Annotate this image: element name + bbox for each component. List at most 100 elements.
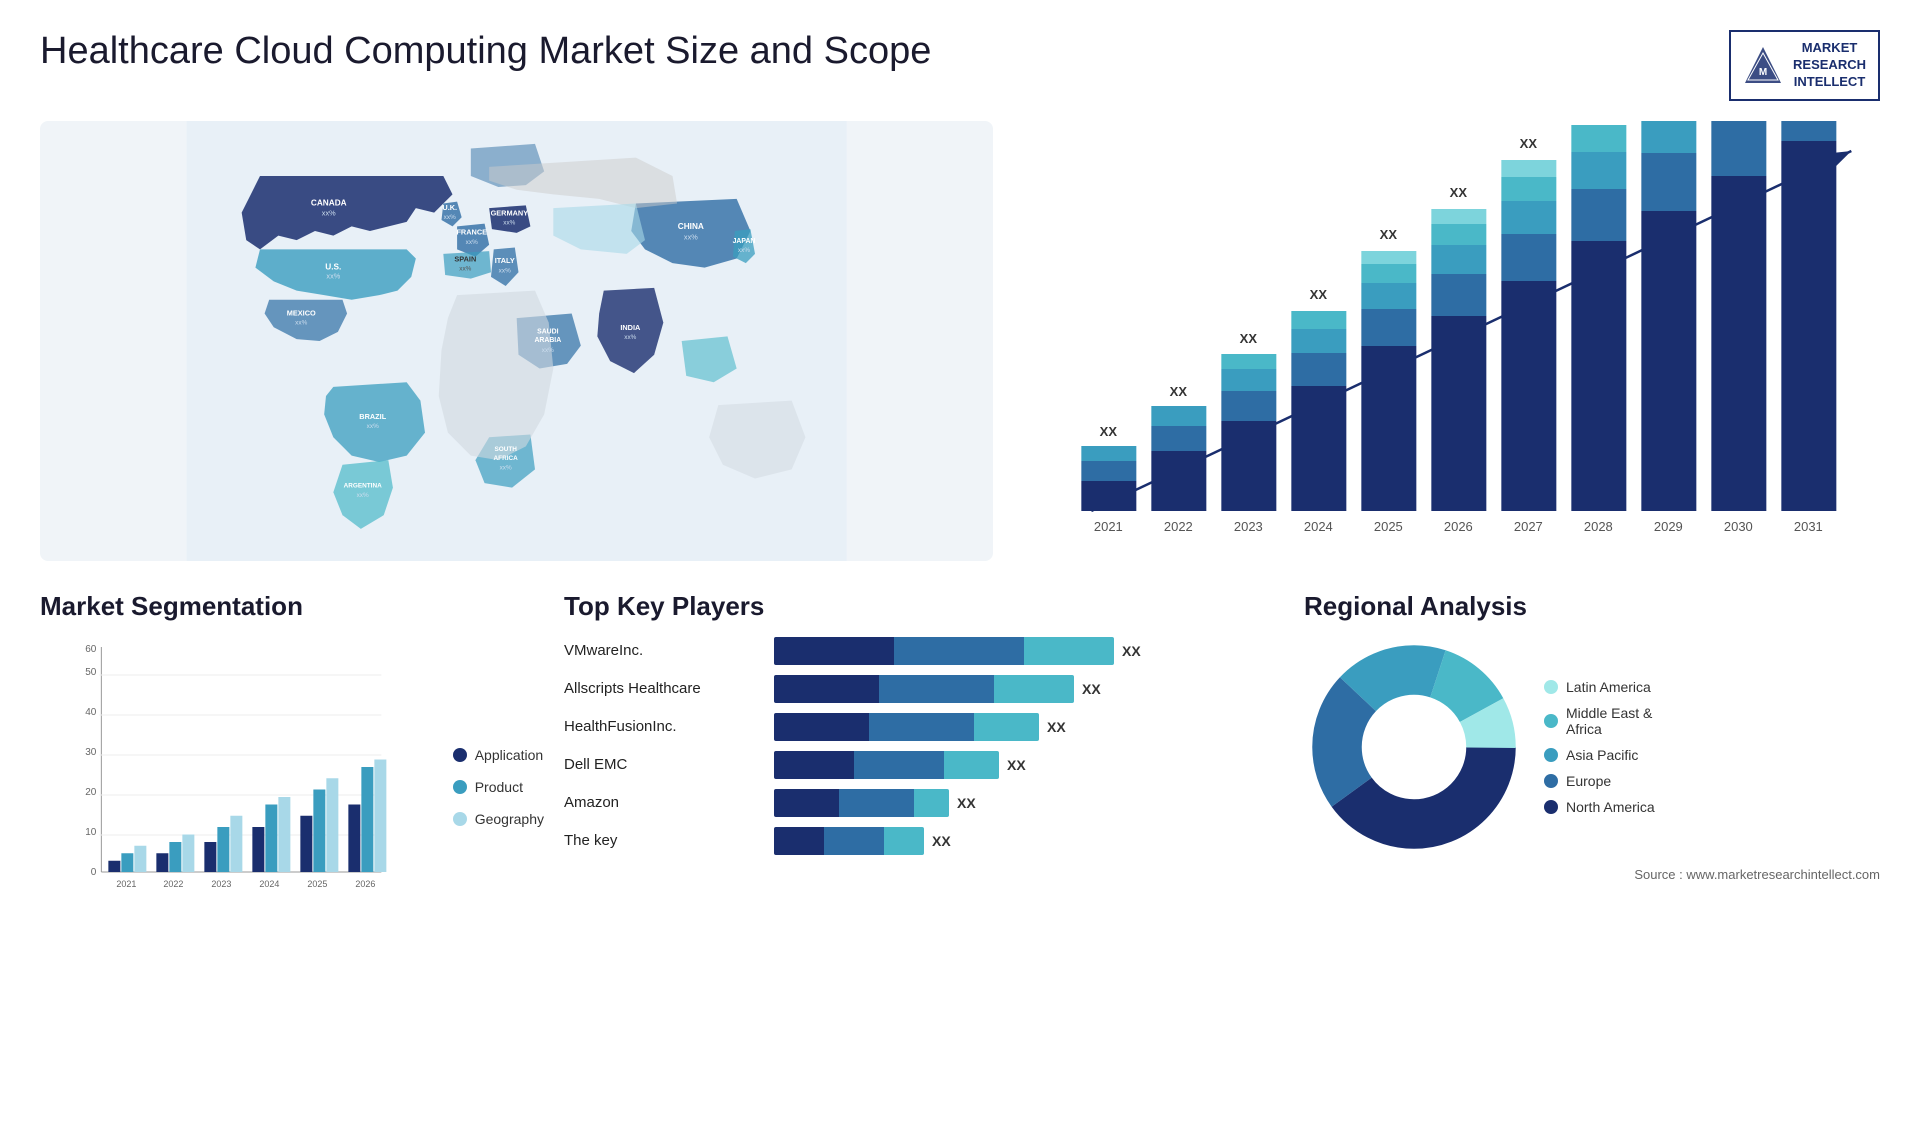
svg-text:2022: 2022 xyxy=(163,879,183,889)
svg-text:xx%: xx% xyxy=(624,334,636,341)
page-title: Healthcare Cloud Computing Market Size a… xyxy=(40,30,931,73)
player-xx: XX xyxy=(1082,681,1101,697)
bottom-section: Market Segmentation 0 10 20 30 40 50 60 xyxy=(40,591,1880,917)
player-bar-seg3 xyxy=(994,675,1074,703)
player-row: VMwareInc. XX xyxy=(564,637,1284,665)
legend-geography: Geography xyxy=(453,811,544,827)
svg-text:10: 10 xyxy=(85,827,97,838)
regional-container: Latin America Middle East &Africa Asia P… xyxy=(1304,637,1880,857)
svg-text:SOUTH: SOUTH xyxy=(494,446,517,453)
player-row: Allscripts Healthcare XX xyxy=(564,675,1284,703)
svg-text:60: 60 xyxy=(85,644,97,655)
player-bar-seg2 xyxy=(854,751,944,779)
player-bar-seg1 xyxy=(774,751,854,779)
svg-text:ARGENTINA: ARGENTINA xyxy=(344,482,382,489)
svg-text:xx%: xx% xyxy=(357,492,369,499)
legend-label-product: Product xyxy=(475,779,523,795)
player-xx: XX xyxy=(1007,757,1026,773)
legend-label-latin-america: Latin America xyxy=(1566,679,1651,695)
svg-text:2021: 2021 xyxy=(116,879,136,889)
svg-text:xx%: xx% xyxy=(444,214,456,221)
source-text: Source : www.marketresearchintellect.com xyxy=(1304,867,1880,882)
svg-text:xx%: xx% xyxy=(466,239,478,246)
world-map-container: CANADA xx% U.S. xx% MEXICO xx% BRAZIL xx… xyxy=(40,121,993,561)
svg-text:CANADA: CANADA xyxy=(311,198,347,207)
player-bar-seg3 xyxy=(914,789,949,817)
svg-text:2024: 2024 xyxy=(1304,519,1333,534)
player-xx: XX xyxy=(932,833,951,849)
legend-label-geography: Geography xyxy=(475,811,544,827)
player-bar-container: XX xyxy=(774,637,1284,665)
legend-label-middle-east-africa: Middle East &Africa xyxy=(1566,705,1652,737)
svg-text:2021: 2021 xyxy=(1094,519,1123,534)
player-name: VMwareInc. xyxy=(564,642,764,659)
player-bar-seg3 xyxy=(974,713,1039,741)
svg-text:XX: XX xyxy=(1380,227,1398,242)
legend-product: Product xyxy=(453,779,544,795)
svg-text:2026: 2026 xyxy=(355,879,375,889)
svg-text:xx%: xx% xyxy=(326,271,340,280)
header: Healthcare Cloud Computing Market Size a… xyxy=(40,30,1880,101)
svg-text:xx%: xx% xyxy=(459,265,471,272)
player-bar xyxy=(774,751,999,779)
player-bar-seg1 xyxy=(774,827,824,855)
svg-text:MEXICO: MEXICO xyxy=(287,308,316,317)
svg-text:2026: 2026 xyxy=(1444,519,1473,534)
player-bar xyxy=(774,789,949,817)
regional-section: Regional Analysis xyxy=(1304,591,1880,917)
player-bar-seg2 xyxy=(879,675,994,703)
svg-text:U.S.: U.S. xyxy=(325,262,341,271)
player-bar-container: XX xyxy=(774,675,1284,703)
player-bar-seg2 xyxy=(869,713,974,741)
growth-chart-svg: XX 2021 XX 2022 XX 2023 XX 2024 xyxy=(1013,121,1880,561)
svg-text:AFRICA: AFRICA xyxy=(494,455,519,462)
svg-text:JAPAN: JAPAN xyxy=(733,238,756,245)
svg-text:xx%: xx% xyxy=(295,319,307,326)
svg-text:M: M xyxy=(1759,67,1767,78)
svg-text:2024: 2024 xyxy=(259,879,279,889)
svg-text:ITALY: ITALY xyxy=(495,256,515,265)
legend-label-asia-pacific: Asia Pacific xyxy=(1566,747,1638,763)
svg-text:2025: 2025 xyxy=(307,879,327,889)
svg-text:20: 20 xyxy=(85,787,97,798)
svg-text:2030: 2030 xyxy=(1724,519,1753,534)
player-bar-seg1 xyxy=(774,675,879,703)
logo-icon: M xyxy=(1743,45,1783,85)
legend-dot-application xyxy=(453,748,467,762)
player-bar-seg3 xyxy=(944,751,999,779)
player-row: The key XX xyxy=(564,827,1284,855)
segmentation-title: Market Segmentation xyxy=(40,591,544,622)
players-title: Top Key Players xyxy=(564,591,1284,622)
svg-text:xx%: xx% xyxy=(503,219,515,226)
svg-text:xx%: xx% xyxy=(322,208,336,217)
legend-north-america: North America xyxy=(1544,799,1655,815)
svg-text:FRANCE: FRANCE xyxy=(456,227,487,236)
svg-text:XX: XX xyxy=(1100,424,1118,439)
player-bar xyxy=(774,713,1039,741)
svg-text:xx%: xx% xyxy=(500,464,512,471)
map-section: CANADA xx% U.S. xx% MEXICO xx% BRAZIL xx… xyxy=(40,121,993,561)
svg-text:U.K.: U.K. xyxy=(442,203,457,212)
svg-text:XX: XX xyxy=(1450,185,1468,200)
player-bar-seg1 xyxy=(774,789,839,817)
svg-text:xx%: xx% xyxy=(542,347,554,354)
legend-label-application: Application xyxy=(475,747,544,763)
svg-text:xx%: xx% xyxy=(499,267,511,274)
players-section: Top Key Players VMwareInc. XX Allscripts… xyxy=(564,591,1284,917)
svg-text:0: 0 xyxy=(91,867,97,878)
top-section: CANADA xx% U.S. xx% MEXICO xx% BRAZIL xx… xyxy=(40,121,1880,561)
player-name: Dell EMC xyxy=(564,756,764,773)
svg-text:2027: 2027 xyxy=(1514,519,1543,534)
legend-dot-middle-east-africa xyxy=(1544,714,1558,728)
player-name: Amazon xyxy=(564,794,764,811)
world-map-svg: CANADA xx% U.S. xx% MEXICO xx% BRAZIL xx… xyxy=(40,121,993,561)
svg-text:ARABIA: ARABIA xyxy=(534,337,561,344)
player-bar-container: XX xyxy=(774,827,1284,855)
legend-dot-north-america xyxy=(1544,800,1558,814)
seg-chart-container: 0 10 20 30 40 50 60 xyxy=(40,637,433,917)
svg-text:XX: XX xyxy=(1310,287,1328,302)
player-bar-seg1 xyxy=(774,713,869,741)
svg-text:2028: 2028 xyxy=(1584,519,1613,534)
svg-text:SAUDI: SAUDI xyxy=(537,328,558,335)
svg-text:30: 30 xyxy=(85,747,97,758)
